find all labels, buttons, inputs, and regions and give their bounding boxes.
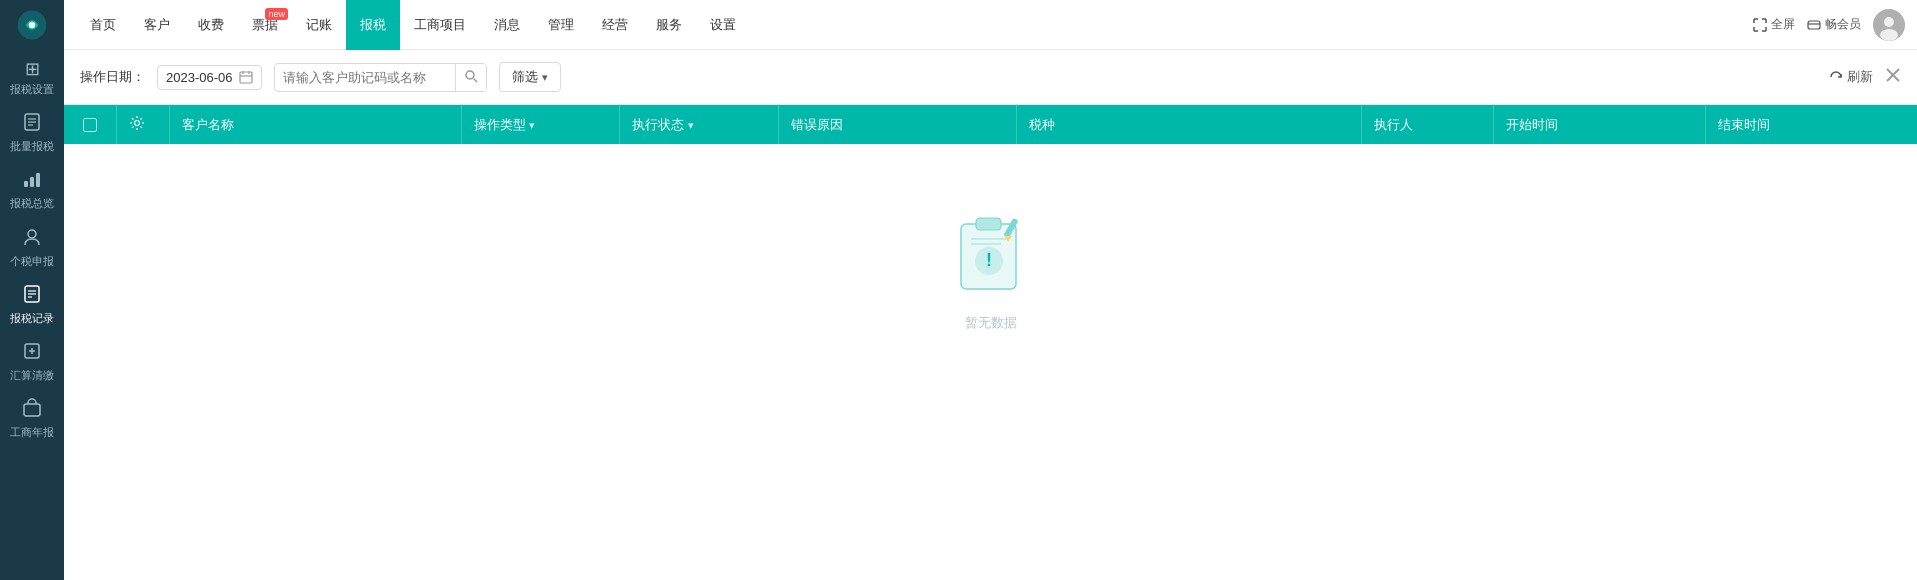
member-btn[interactable]: 畅会员 <box>1807 16 1861 33</box>
toolbar-right: 刷新 <box>1829 67 1901 88</box>
huisuan-jiaona-icon <box>22 341 42 366</box>
th-start-time: 开始时间 <box>1493 105 1705 144</box>
search-wrap <box>274 63 487 92</box>
fullscreen-icon <box>1753 18 1767 32</box>
search-icon <box>464 69 478 83</box>
th-error: 错误原因 <box>779 105 1017 144</box>
calendar-icon <box>239 70 253 84</box>
fullscreen-btn[interactable]: 全屏 <box>1753 16 1795 33</box>
nav-item-guanli[interactable]: 管理 <box>534 0 588 50</box>
svg-point-19 <box>1884 17 1894 27</box>
sidebar-item-label: 批量报税 <box>10 140 54 153</box>
nav-item-shouye[interactable]: 首页 <box>76 0 130 50</box>
th-tax: 税种 <box>1017 105 1361 144</box>
gongshang-nianbao-icon <box>22 398 42 423</box>
table-header-row: 客户名称 操作类型 ▾ 执行状态 ▾ 错误原因 <box>64 105 1917 144</box>
svg-rect-6 <box>24 181 28 187</box>
th-name: 客户名称 <box>170 105 461 144</box>
refresh-icon <box>1829 70 1843 84</box>
toolbar: 操作日期： 2023-06-06 筛选 ▾ 刷新 <box>64 50 1917 105</box>
filter-icon-status: ▾ <box>688 119 694 131</box>
close-button[interactable] <box>1885 67 1901 88</box>
th-check[interactable] <box>64 105 117 144</box>
main-area: 首页 客户 收费 票据 new 记账 报税 工商项目 消息 管理 经营 <box>64 0 1917 580</box>
th-end-time: 结束时间 <box>1705 105 1917 144</box>
th-executor: 执行人 <box>1361 105 1493 144</box>
sidebar-item-label: 个税申报 <box>10 255 54 268</box>
nav-item-kehu[interactable]: 客户 <box>130 0 184 50</box>
sidebar-item-label: 报税总览 <box>10 197 54 210</box>
member-icon <box>1807 18 1821 32</box>
baoshui-zongjian-icon <box>22 169 42 194</box>
svg-point-9 <box>28 230 36 238</box>
sidebar-item-label: 工商年报 <box>10 426 54 439</box>
empty-illustration: ! <box>946 204 1036 304</box>
nav-item-xiaoxi[interactable]: 消息 <box>480 0 534 50</box>
sidebar-item-gongshang-nianbao[interactable]: 工商年报 <box>0 390 64 447</box>
th-op-type[interactable]: 操作类型 ▾ <box>461 105 620 144</box>
data-table: 客户名称 操作类型 ▾ 执行状态 ▾ 错误原因 <box>64 105 1917 392</box>
svg-rect-16 <box>1808 21 1820 29</box>
filter-icon-op-type: ▾ <box>529 119 535 131</box>
nav-item-piaoju[interactable]: 票据 new <box>238 0 292 50</box>
nav-item-jizhang[interactable]: 记账 <box>292 0 346 50</box>
svg-point-29 <box>135 121 140 126</box>
new-badge: new <box>265 8 288 21</box>
select-all-checkbox[interactable] <box>83 118 97 132</box>
sidebar: ⊞ 报税设置 批量报税 报税总览 个税申报 报税记录 汇算清缴 工商 <box>0 0 64 580</box>
nav-item-jingying[interactable]: 经营 <box>588 0 642 50</box>
sidebar-item-label: 报税设置 <box>10 83 54 96</box>
nav-item-shoufei[interactable]: 收费 <box>184 0 238 50</box>
topnav-right: 全屏 畅会员 <box>1753 9 1905 41</box>
svg-rect-31 <box>976 218 1001 230</box>
th-gear[interactable] <box>117 105 170 144</box>
svg-rect-8 <box>36 173 40 187</box>
avatar-image <box>1873 9 1905 41</box>
chevron-down-icon: ▾ <box>542 71 548 84</box>
svg-text:!: ! <box>986 250 992 270</box>
nav-item-fuwu[interactable]: 服务 <box>642 0 696 50</box>
avatar[interactable] <box>1873 9 1905 41</box>
nav-item-shezhi[interactable]: 设置 <box>696 0 750 50</box>
geshuishenbing-icon <box>22 227 42 252</box>
baoshui-jilu-icon <box>22 284 42 309</box>
sidebar-item-baoshui-shezhi[interactable]: ⊞ 报税设置 <box>0 50 64 104</box>
filter-button[interactable]: 筛选 ▾ <box>499 62 561 92</box>
date-picker[interactable]: 2023-06-06 <box>157 65 262 90</box>
piliang-baoshui-icon <box>22 112 42 137</box>
th-status[interactable]: 执行状态 ▾ <box>620 105 779 144</box>
svg-rect-21 <box>240 72 252 83</box>
svg-rect-15 <box>24 404 40 416</box>
svg-point-25 <box>466 71 474 79</box>
app-logo-icon <box>16 9 48 41</box>
gear-icon <box>129 115 145 131</box>
topnav: 首页 客户 收费 票据 new 记账 报税 工商项目 消息 管理 经营 <box>64 0 1917 50</box>
nav-item-baoshui[interactable]: 报税 <box>346 0 400 50</box>
sidebar-logo <box>0 0 64 50</box>
sidebar-item-piliang-baoshui[interactable]: 批量报税 <box>0 104 64 161</box>
sidebar-item-baoshui-jilu[interactable]: 报税记录 <box>0 276 64 333</box>
date-label: 操作日期： <box>80 68 145 86</box>
sidebar-item-label: 报税记录 <box>10 312 54 325</box>
content: 操作日期： 2023-06-06 筛选 ▾ 刷新 <box>64 50 1917 580</box>
sidebar-item-baoshui-zongjian[interactable]: 报税总览 <box>0 161 64 218</box>
search-button[interactable] <box>455 64 486 91</box>
nav-item-gongshang[interactable]: 工商项目 <box>400 0 480 50</box>
table-wrap: 客户名称 操作类型 ▾ 执行状态 ▾ 错误原因 <box>64 105 1917 580</box>
sidebar-item-geshuishenbing[interactable]: 个税申报 <box>0 219 64 276</box>
svg-rect-7 <box>30 177 34 187</box>
refresh-button[interactable]: 刷新 <box>1829 68 1873 86</box>
sidebar-item-label: 汇算清缴 <box>10 369 54 382</box>
baoshui-shezhi-icon: ⊞ <box>25 58 40 80</box>
empty-text: 暂无数据 <box>965 314 1017 332</box>
empty-state: ! 暂无数据 <box>64 144 1917 392</box>
svg-point-1 <box>29 22 35 28</box>
svg-point-20 <box>1880 29 1898 41</box>
search-input[interactable] <box>275 65 455 90</box>
close-icon <box>1885 67 1901 83</box>
svg-line-26 <box>473 78 477 82</box>
sidebar-item-huisuan-jiaona[interactable]: 汇算清缴 <box>0 333 64 390</box>
